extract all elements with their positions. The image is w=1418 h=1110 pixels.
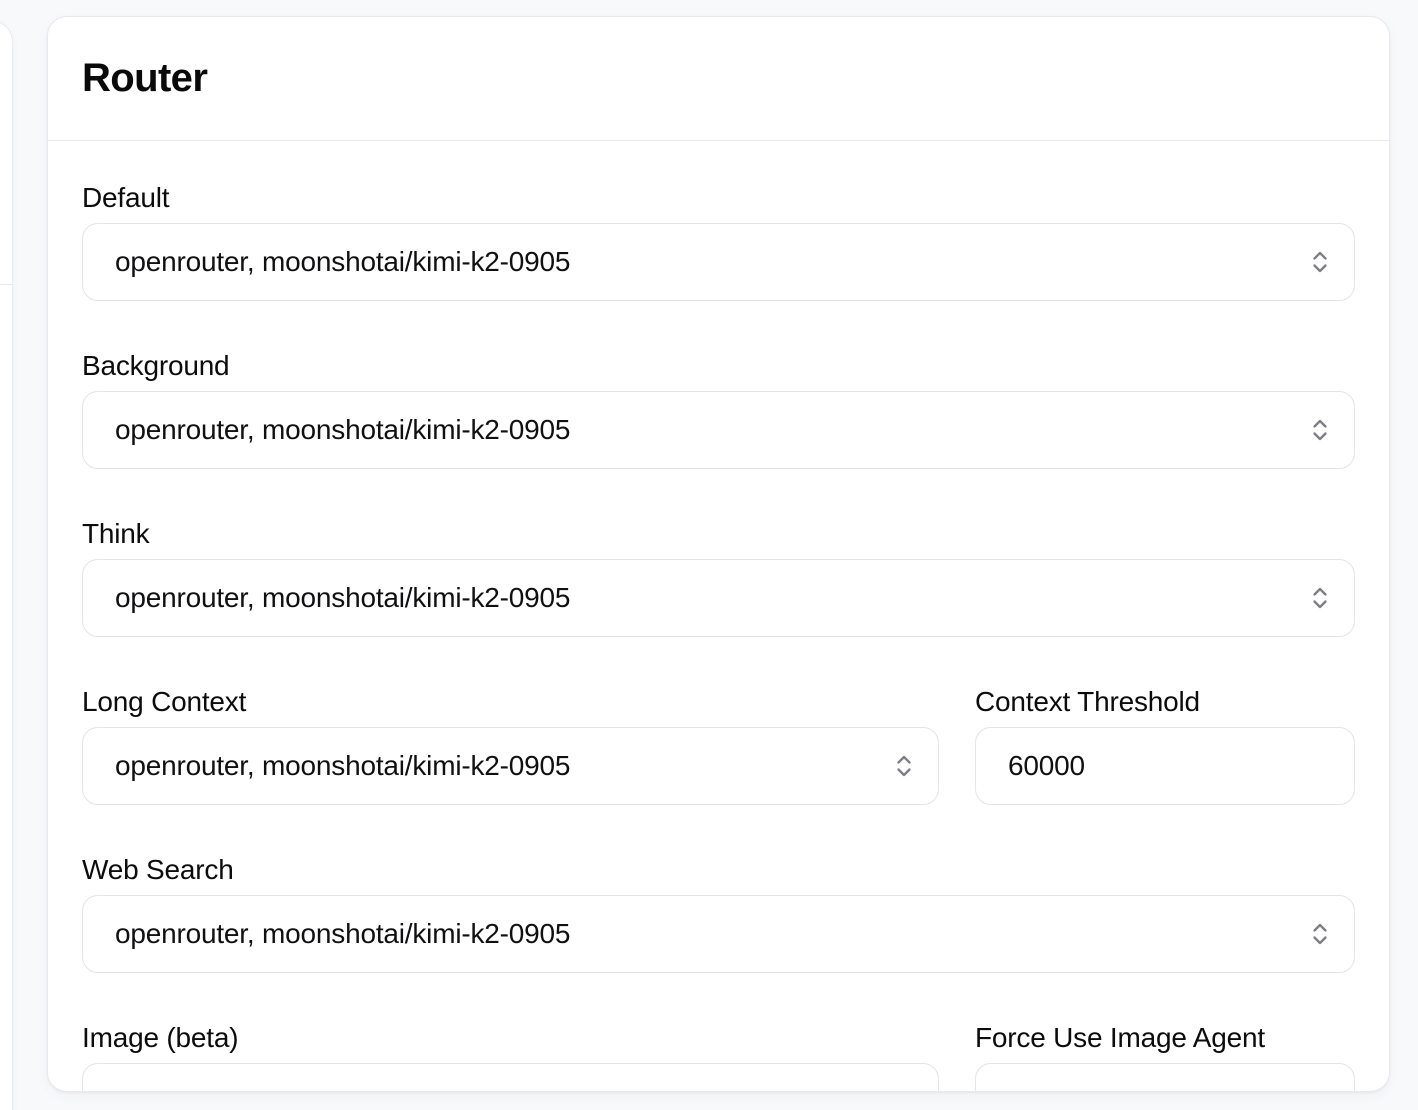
chevrons-up-down-icon — [1313, 419, 1327, 441]
web-search-model-select[interactable]: openrouter, moonshotai/kimi-k2-0905 — [82, 895, 1355, 973]
force-use-image-agent-label: Force Use Image Agent — [975, 1022, 1265, 1053]
force-image-agent-column: Force Use Image Agent — [975, 1021, 1355, 1091]
web-search-label: Web Search — [82, 854, 234, 885]
background-model-select[interactable]: openrouter, moonshotai/kimi-k2-0905 — [82, 391, 1355, 469]
image-model-select[interactable] — [82, 1063, 939, 1092]
long-context-model-select-value: openrouter, moonshotai/kimi-k2-0905 — [115, 750, 571, 781]
chevrons-up-down-icon — [897, 755, 911, 777]
background-row: Background openrouter, moonshotai/kimi-k… — [82, 349, 1355, 469]
context-threshold-column: Context Threshold — [975, 685, 1355, 805]
think-model-select[interactable]: openrouter, moonshotai/kimi-k2-0905 — [82, 559, 1355, 637]
long-context-label: Long Context — [82, 686, 247, 717]
image-beta-label: Image (beta) — [82, 1022, 239, 1053]
card-body: Default openrouter, moonshotai/kimi-k2-0… — [48, 141, 1389, 1092]
card-title: Router — [82, 56, 208, 100]
think-model-select-value: openrouter, moonshotai/kimi-k2-0905 — [115, 582, 571, 613]
image-row: Image (beta) Force Use Image Agent — [82, 1021, 1355, 1092]
partial-card-divider — [0, 284, 12, 285]
context-threshold-label: Context Threshold — [975, 686, 1200, 717]
long-context-row: Long Context openrouter, moonshotai/kimi… — [82, 685, 1355, 805]
default-row: Default openrouter, moonshotai/kimi-k2-0… — [82, 181, 1355, 301]
background-model-select-value: openrouter, moonshotai/kimi-k2-0905 — [115, 414, 571, 445]
default-label: Default — [82, 182, 170, 213]
web-search-model-select-value: openrouter, moonshotai/kimi-k2-0905 — [115, 918, 571, 949]
default-model-select[interactable]: openrouter, moonshotai/kimi-k2-0905 — [82, 223, 1355, 301]
image-column: Image (beta) — [82, 1021, 939, 1092]
web-search-row: Web Search openrouter, moonshotai/kimi-k… — [82, 853, 1355, 973]
context-threshold-input[interactable] — [975, 727, 1355, 805]
force-use-image-agent-field[interactable] — [975, 1063, 1355, 1091]
chevrons-up-down-icon — [1313, 923, 1327, 945]
think-label: Think — [82, 518, 150, 549]
chevrons-up-down-icon — [894, 1087, 914, 1092]
background-label: Background — [82, 350, 230, 381]
partial-card-edge — [0, 20, 13, 1110]
think-row: Think openrouter, moonshotai/kimi-k2-090… — [82, 517, 1355, 637]
chevrons-up-down-icon — [1313, 587, 1327, 609]
long-context-model-select[interactable]: openrouter, moonshotai/kimi-k2-0905 — [82, 727, 939, 805]
chevrons-up-down-icon — [1313, 251, 1327, 273]
card-header: Router — [48, 17, 1389, 141]
default-model-select-value: openrouter, moonshotai/kimi-k2-0905 — [115, 246, 571, 277]
router-settings-card: Router Default openrouter, moonshotai/ki… — [47, 16, 1390, 1092]
long-context-column: Long Context openrouter, moonshotai/kimi… — [82, 685, 939, 805]
